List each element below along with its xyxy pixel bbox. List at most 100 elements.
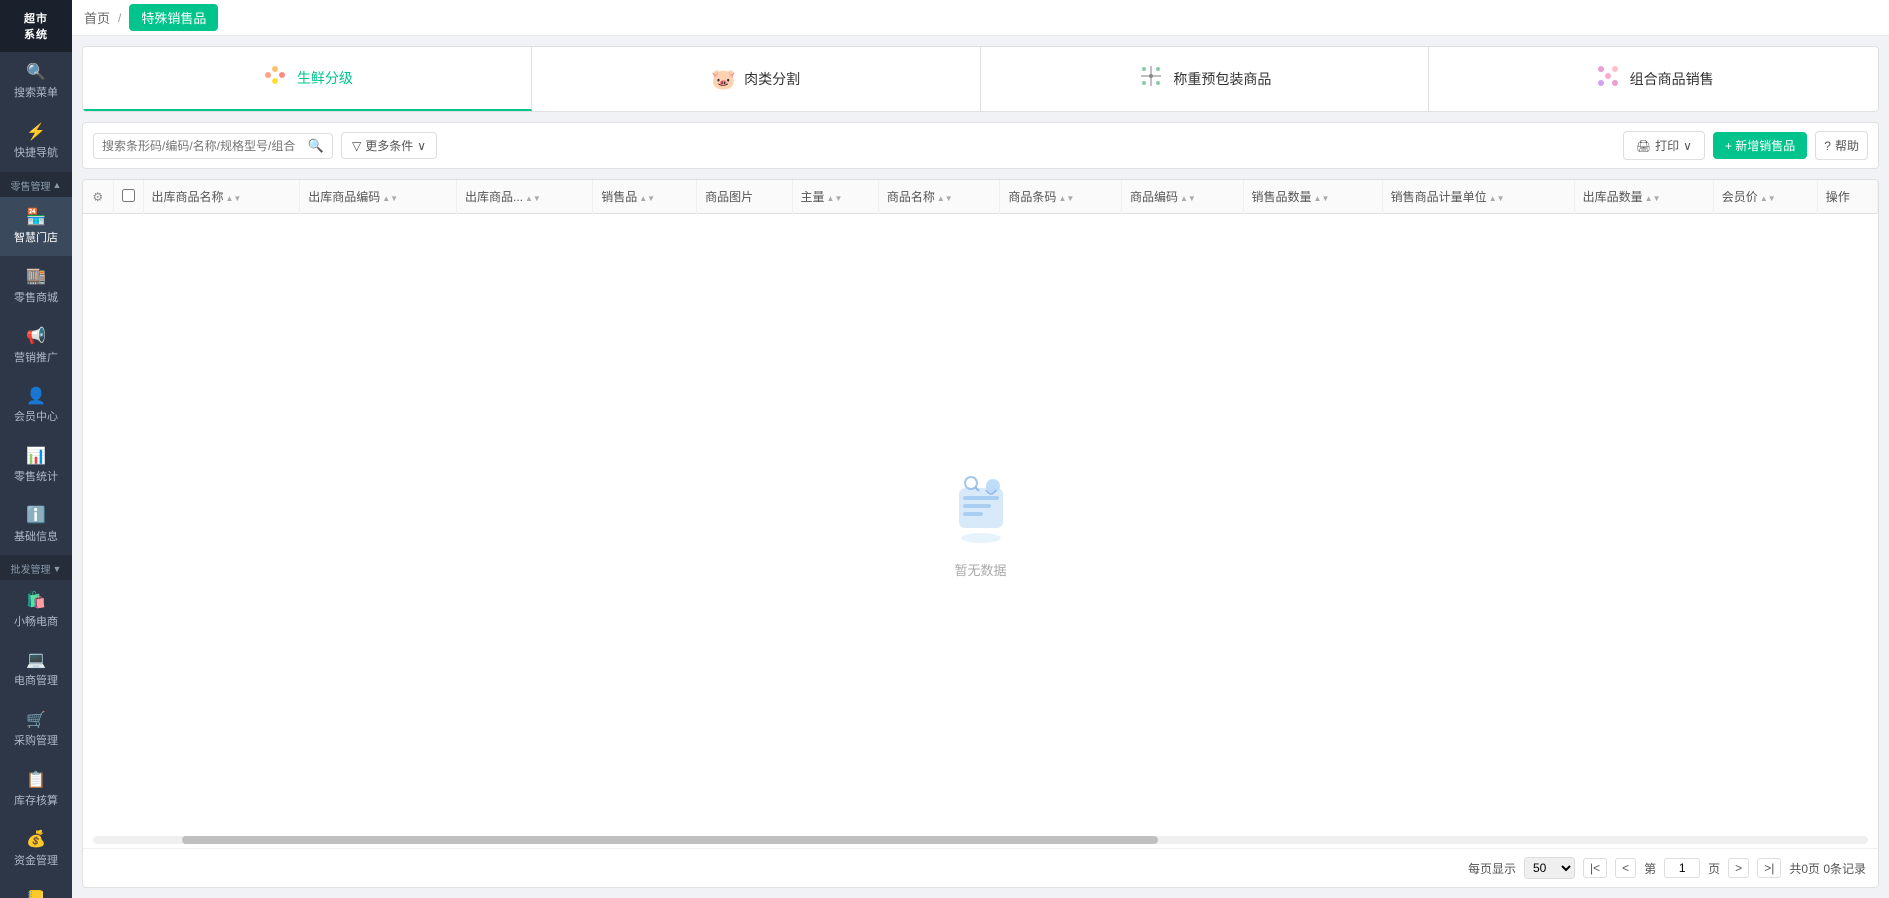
search-icon[interactable]: 🔍: [308, 138, 324, 154]
add-sales-item-button[interactable]: + 新增销售品: [1713, 132, 1807, 159]
toolbar: 🔍 ▽ 更多条件 ∨ 🖨 打印 ∨ + 新增销售品 ? 帮助: [82, 122, 1879, 169]
sidebar-section-retail[interactable]: 零售管理 ▲: [0, 172, 72, 197]
help-button[interactable]: ? 帮助: [1815, 131, 1868, 160]
horizontal-scrollbar[interactable]: [93, 836, 1868, 844]
tab-combo-sales[interactable]: 组合商品销售: [1429, 47, 1878, 111]
sort-out-spec-icon[interactable]: ▲▼: [525, 195, 541, 203]
sidebar-label-member-center: 会员中心: [14, 410, 58, 425]
tab-label-meat-cut: 肉类分割: [744, 69, 800, 89]
sort-out-code-icon[interactable]: ▲▼: [382, 195, 398, 203]
breadcrumb-active-tab[interactable]: 特殊销售品: [129, 4, 218, 31]
sidebar-label-quick-nav: 快捷导航: [14, 146, 58, 161]
tab-weighed-package[interactable]: 称重预包装商品: [981, 47, 1430, 111]
sort-item-code-icon[interactable]: ▲▼: [1180, 195, 1196, 203]
sort-barcode-icon[interactable]: ▲▼: [1058, 195, 1074, 203]
sidebar-item-purchase[interactable]: 🛒 采购管理: [0, 700, 72, 760]
content-area: 生鲜分级 🐷 肉类分割 称重预包: [72, 36, 1889, 898]
tab-label-weighed-package: 称重预包装商品: [1173, 69, 1271, 89]
ecom-mgmt-icon: 💻: [26, 650, 46, 672]
sort-out-name-icon[interactable]: ▲▼: [226, 195, 242, 203]
th-weight: 主量▲▼: [792, 180, 878, 214]
th-item-code: 商品编码▲▼: [1121, 180, 1243, 214]
sidebar-section-wholesale[interactable]: 批发管理 ▼: [0, 555, 72, 580]
sort-sale-qty-icon[interactable]: ▲▼: [1314, 195, 1330, 203]
tab-fresh-grade[interactable]: 生鲜分级: [83, 47, 532, 111]
sidebar-item-marketing[interactable]: 📢 营销推广: [0, 316, 72, 376]
th-checkbox[interactable]: [113, 180, 143, 214]
sort-sale-item-icon[interactable]: ▲▼: [639, 195, 655, 203]
sidebar-label-wholesale: 批发管理: [11, 561, 51, 576]
sort-sale-unit-icon[interactable]: ▲▼: [1489, 195, 1505, 203]
sidebar-item-smart-store[interactable]: 🏪 智慧门店: [0, 197, 72, 257]
retail-mall-icon: 🏬: [26, 266, 46, 288]
per-page-select[interactable]: 50 20 100: [1524, 857, 1575, 879]
filter-arrow-icon: ∨: [417, 139, 426, 153]
sidebar-item-retail-stats[interactable]: 📊 零售统计: [0, 436, 72, 496]
sidebar-item-search-menu[interactable]: 🔍 搜索菜单: [0, 52, 72, 112]
per-page-label: 每页显示: [1468, 860, 1516, 877]
sidebar-item-retail-mall[interactable]: 🏬 零售商城: [0, 256, 72, 316]
total-info: 共0页 0条记录: [1789, 860, 1866, 877]
sidebar-item-member-center[interactable]: 👤 会员中心: [0, 376, 72, 436]
wholesale-arrow-icon: ▼: [53, 564, 62, 574]
filter-button[interactable]: ▽ 更多条件 ∨: [341, 132, 437, 159]
th-sale-qty: 销售品数量▲▼: [1243, 180, 1382, 214]
sidebar-item-general-ledger[interactable]: 📒 总账管理: [0, 879, 72, 898]
help-icon: ?: [1824, 139, 1831, 153]
sort-weight-icon[interactable]: ▲▼: [827, 195, 843, 203]
filter-label: 更多条件: [365, 137, 413, 154]
breadcrumb-home[interactable]: 首页: [84, 8, 110, 27]
sidebar-item-finance[interactable]: 💰 资金管理: [0, 819, 72, 879]
retail-stats-icon: 📊: [26, 446, 46, 468]
tab-label-fresh-grade: 生鲜分级: [297, 68, 353, 88]
general-ledger-icon: 📒: [26, 889, 46, 898]
scrollbar-thumb[interactable]: [182, 836, 1158, 844]
empty-text: 暂无数据: [954, 560, 1006, 579]
print-dropdown-icon: ∨: [1683, 139, 1692, 153]
sidebar-item-basic-info[interactable]: ℹ️ 基础信息: [0, 495, 72, 555]
search-box[interactable]: 🔍: [93, 133, 333, 159]
sidebar-label-mini-ecom: 小畅电商: [14, 615, 58, 630]
table-header-row: ⚙ 出库商品名称▲▼ 出库商品编码▲▼ 出库商品...▲▼: [83, 180, 1878, 214]
add-label: + 新增销售品: [1725, 137, 1795, 154]
print-button[interactable]: 🖨 打印 ∨: [1623, 131, 1705, 160]
basic-info-icon: ℹ️: [26, 505, 46, 527]
th-gear[interactable]: ⚙: [83, 180, 113, 214]
th-out-code: 出库商品编码▲▼: [300, 180, 457, 214]
sidebar-item-mini-ecom[interactable]: 🛍️ 小畅电商: [0, 580, 72, 640]
search-input[interactable]: [102, 139, 304, 153]
prev-page-button[interactable]: <: [1615, 858, 1636, 878]
sidebar-label-retail-stats: 零售统计: [14, 470, 58, 485]
th-out-name: 出库商品名称▲▼: [143, 180, 300, 214]
page-number-input[interactable]: [1664, 858, 1700, 878]
last-page-button[interactable]: >|: [1757, 858, 1781, 878]
th-sale-item: 销售品▲▼: [593, 180, 697, 214]
quick-nav-icon: ⚡: [26, 122, 46, 144]
sidebar-item-ecom-mgmt[interactable]: 💻 电商管理: [0, 640, 72, 700]
sidebar-item-quick-nav[interactable]: ⚡ 快捷导航: [0, 112, 72, 172]
breadcrumb-separator: /: [118, 11, 121, 25]
sort-member-price-icon[interactable]: ▲▼: [1760, 195, 1776, 203]
combo-sales-icon: [1594, 62, 1622, 96]
meat-cut-icon: 🐷: [711, 67, 736, 92]
th-out-qty: 出库品数量▲▼: [1574, 180, 1713, 214]
next-page-button[interactable]: >: [1728, 858, 1749, 878]
fresh-grade-icon: [261, 61, 289, 95]
page-label-suffix: 页: [1708, 860, 1720, 877]
sort-item-name-icon[interactable]: ▲▼: [937, 195, 953, 203]
weighed-package-icon: [1137, 62, 1165, 96]
sidebar-label-basic-info: 基础信息: [14, 530, 58, 545]
first-page-button[interactable]: |<: [1583, 858, 1607, 878]
th-item-name: 商品名称▲▼: [878, 180, 1000, 214]
sidebar-label-finance: 资金管理: [14, 854, 58, 869]
sidebar-label-search-menu: 搜索菜单: [14, 86, 58, 101]
toolbar-right: 🖨 打印 ∨ + 新增销售品 ? 帮助: [1623, 131, 1868, 160]
sidebar: 超市系统 🔍 搜索菜单 ⚡ 快捷导航 零售管理 ▲ 🏪 智慧门店 🏬 零售商城 …: [0, 0, 72, 898]
select-all-checkbox[interactable]: [122, 189, 135, 202]
marketing-icon: 📢: [26, 326, 46, 348]
tab-meat-cut[interactable]: 🐷 肉类分割: [532, 47, 981, 111]
sidebar-item-inventory[interactable]: 📋 库存核算: [0, 760, 72, 820]
member-center-icon: 👤: [26, 386, 46, 408]
empty-state-icon: [941, 468, 1021, 548]
sort-out-qty-icon[interactable]: ▲▼: [1645, 195, 1661, 203]
